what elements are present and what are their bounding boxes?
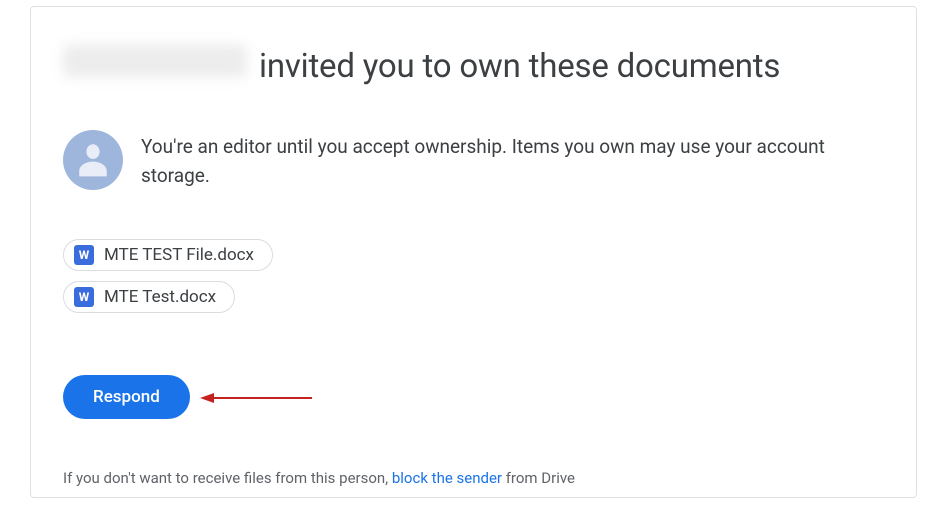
file-list: W MTE TEST File.docx W MTE Test.docx: [63, 239, 876, 313]
respond-row: Respond: [63, 375, 876, 419]
file-name: MTE Test.docx: [104, 287, 216, 307]
info-message: You're an editor until you accept owners…: [141, 130, 876, 191]
file-name: MTE TEST File.docx: [104, 245, 254, 265]
file-chip[interactable]: W MTE Test.docx: [63, 281, 235, 313]
word-doc-icon: W: [74, 287, 94, 307]
title-row: invited you to own these documents: [63, 45, 876, 86]
respond-button[interactable]: Respond: [63, 375, 190, 419]
sender-name-redacted: [63, 45, 247, 77]
block-sender-link[interactable]: block the sender: [392, 469, 502, 487]
word-doc-icon: W: [74, 245, 94, 265]
arrow-annotation-icon: [200, 391, 312, 403]
person-icon: [71, 136, 115, 184]
footer-suffix: from Drive: [502, 469, 575, 487]
footer-prefix: If you don't want to receive files from …: [63, 469, 392, 487]
avatar: [63, 130, 123, 190]
footer-text: If you don't want to receive files from …: [63, 469, 876, 487]
title-text: invited you to own these documents: [259, 47, 780, 86]
file-chip[interactable]: W MTE TEST File.docx: [63, 239, 273, 271]
info-row: You're an editor until you accept owners…: [63, 130, 876, 191]
invite-card: invited you to own these documents You'r…: [30, 6, 917, 498]
